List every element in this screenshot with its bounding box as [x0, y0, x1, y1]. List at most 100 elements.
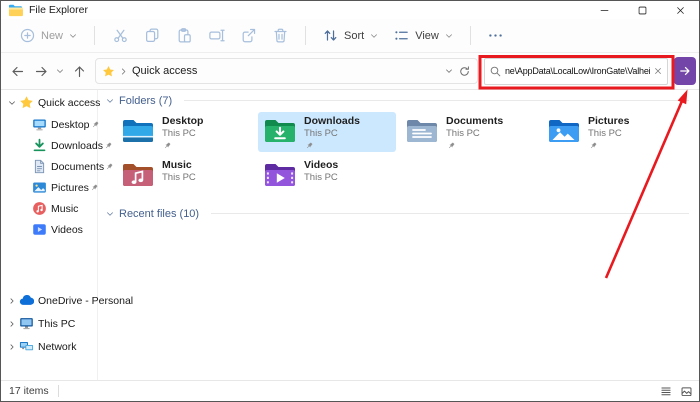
pc-icon	[19, 316, 38, 331]
more-icon	[487, 27, 504, 44]
folder-tile-documents[interactable]: DocumentsThis PC	[400, 112, 538, 152]
toolbar-divider	[305, 26, 306, 45]
chevron-right-icon[interactable]	[4, 342, 19, 352]
chevron-down-icon	[444, 31, 454, 41]
share-button[interactable]	[233, 22, 263, 50]
new-icon	[19, 27, 36, 44]
navigation-bar: Quick access	[1, 53, 699, 90]
sidebar-gap	[1, 240, 97, 289]
sidebar-item-label: Network	[38, 341, 77, 353]
cut-icon	[112, 27, 129, 44]
chevron-down-icon[interactable]	[105, 96, 115, 106]
folder-tile-music[interactable]: MusicThis PC	[116, 156, 254, 196]
sidebar-item-documents[interactable]: Documents	[1, 156, 97, 177]
sidebar-item-downloads[interactable]: Downloads	[1, 135, 97, 156]
new-label: New	[41, 30, 63, 42]
window-controls	[585, 1, 699, 19]
folder-name: Desktop	[162, 115, 203, 128]
folder-location: This PC	[162, 128, 203, 140]
refresh-button[interactable]	[458, 65, 471, 78]
sidebar-item-label: Documents	[51, 161, 104, 173]
copy-icon	[144, 27, 161, 44]
folder-tile-downloads[interactable]: DownloadsThis PC	[258, 112, 396, 152]
music-icon	[32, 201, 51, 216]
folders-section-header[interactable]: Folders (7)	[105, 92, 689, 109]
delete-icon	[272, 27, 289, 44]
sidebar-item-desktop[interactable]: Desktop	[1, 114, 97, 135]
recent-locations-chevron-icon[interactable]	[53, 58, 67, 84]
pin-icon	[446, 141, 503, 151]
section-rule	[184, 100, 689, 101]
toolbar-divider	[470, 26, 471, 45]
pin-icon	[304, 141, 360, 151]
pin-icon	[588, 141, 629, 151]
rename-button[interactable]	[201, 22, 231, 50]
sort-label: Sort	[344, 30, 364, 42]
copy-button[interactable]	[137, 22, 167, 50]
folder-tile-text: VideosThis PC	[304, 159, 338, 184]
downloads-icon	[32, 138, 51, 153]
up-button[interactable]	[67, 58, 91, 84]
sidebar-item-onedrive-personal[interactable]: OneDrive - Personal	[1, 289, 97, 312]
window-body: Quick accessDesktopDownloadsDocumentsPic…	[1, 90, 699, 380]
recent-files-section-label: Recent files (10)	[119, 208, 199, 220]
folder-tile-text: PicturesThis PC	[588, 115, 629, 151]
statusbar-divider	[58, 385, 59, 397]
address-dropdown-chevron-icon[interactable]	[444, 66, 454, 76]
sidebar-item-pictures[interactable]: Pictures	[1, 177, 97, 198]
sidebar-item-videos[interactable]: Videos	[1, 219, 97, 240]
sort-icon	[322, 27, 339, 44]
folder-tile-desktop[interactable]: DesktopThis PC	[116, 112, 254, 152]
section-rule	[211, 213, 689, 214]
folder-name: Pictures	[588, 115, 629, 128]
sidebar-item-label: Downloads	[51, 140, 103, 152]
chevron-right-icon[interactable]	[4, 319, 19, 329]
chevron-down-icon[interactable]	[4, 98, 19, 108]
window-title: File Explorer	[29, 4, 88, 16]
delete-button[interactable]	[265, 22, 295, 50]
breadcrumb-chevron-icon	[119, 67, 128, 76]
sidebar: Quick accessDesktopDownloadsDocumentsPic…	[1, 90, 98, 380]
folder-tile-text: DocumentsThis PC	[446, 115, 503, 151]
address-bar[interactable]: Quick access	[95, 58, 478, 84]
search-input[interactable]	[505, 66, 650, 76]
go-button[interactable]	[674, 57, 696, 85]
folder-name: Videos	[304, 159, 338, 172]
folder-location: This PC	[304, 128, 360, 140]
paste-button[interactable]	[169, 22, 199, 50]
new-button[interactable]: New	[13, 22, 84, 50]
recent-files-section-header[interactable]: Recent files (10)	[105, 205, 689, 222]
more-button[interactable]	[481, 22, 511, 50]
clear-search-icon[interactable]	[653, 66, 663, 76]
thumbnails-view-button[interactable]	[677, 382, 695, 400]
folder-tile-pictures[interactable]: PicturesThis PC	[542, 112, 680, 152]
folder-tile-text: MusicThis PC	[162, 159, 196, 184]
details-view-button[interactable]	[657, 382, 675, 400]
network-icon	[19, 339, 38, 354]
breadcrumb[interactable]: Quick access	[132, 65, 197, 77]
search-box[interactable]	[484, 58, 668, 85]
sort-button[interactable]: Sort	[316, 22, 385, 50]
folder-tile-videos[interactable]: VideosThis PC	[258, 156, 396, 196]
close-button[interactable]	[661, 1, 699, 19]
documents-icon	[32, 159, 51, 174]
sidebar-item-network[interactable]: Network	[1, 335, 97, 358]
sidebar-item-label: Videos	[51, 224, 83, 236]
rename-icon	[208, 27, 225, 44]
main-content: Folders (7) DesktopThis PCDownloadsThis …	[98, 90, 699, 380]
folders-section-label: Folders (7)	[119, 95, 172, 107]
folders-grid: DesktopThis PCDownloadsThis PCDocumentsT…	[116, 112, 689, 196]
pin-icon	[162, 141, 203, 151]
maximize-button[interactable]	[623, 1, 661, 19]
forward-button[interactable]	[29, 58, 53, 84]
chevron-down-icon[interactable]	[105, 209, 115, 219]
chevron-right-icon[interactable]	[4, 296, 19, 306]
sidebar-item-this-pc[interactable]: This PC	[1, 312, 97, 335]
sidebar-item-quick-access[interactable]: Quick access	[1, 91, 97, 114]
cut-button[interactable]	[105, 22, 135, 50]
sidebar-item-music[interactable]: Music	[1, 198, 97, 219]
back-button[interactable]	[5, 58, 29, 84]
view-button[interactable]: View	[387, 22, 460, 50]
folder-name: Downloads	[304, 115, 360, 128]
minimize-button[interactable]	[585, 1, 623, 19]
